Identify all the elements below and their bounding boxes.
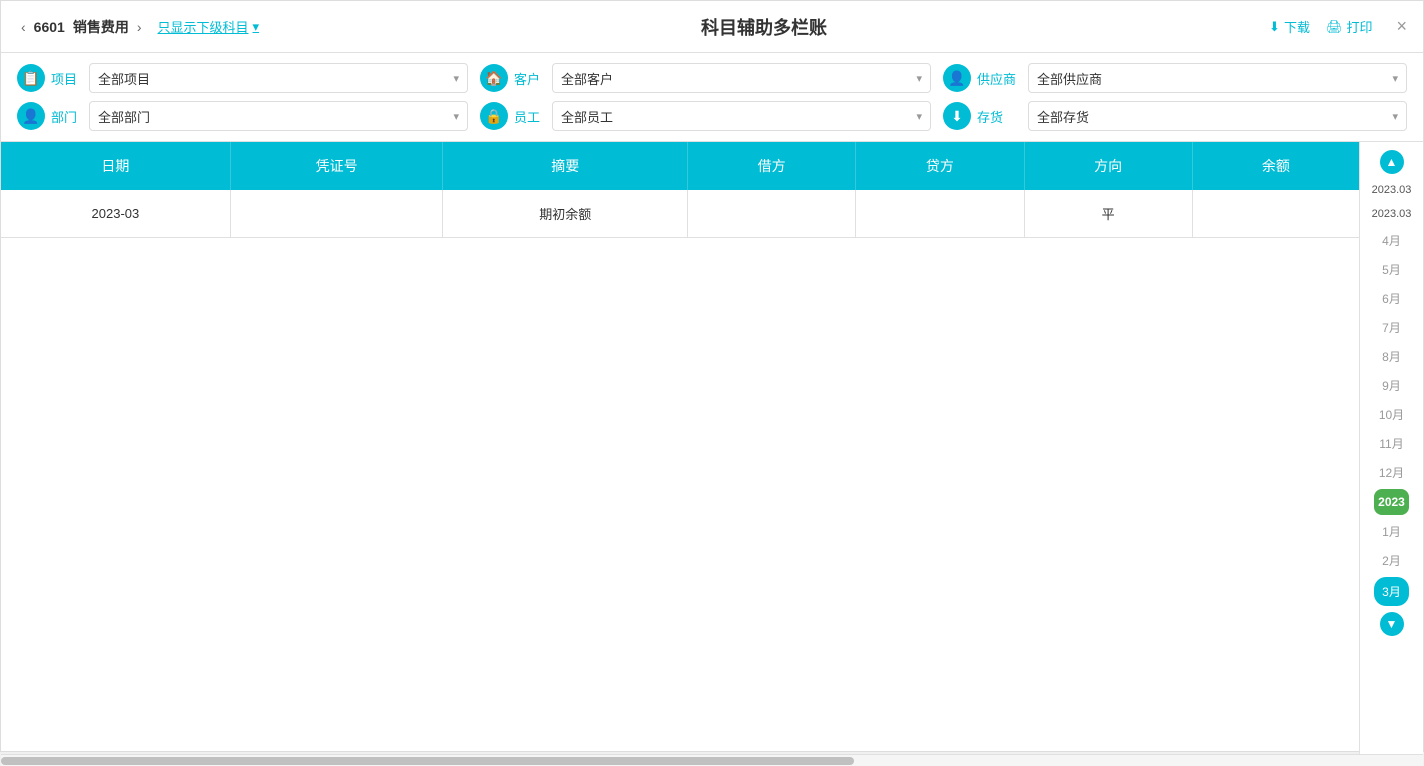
print-icon: 🖨 bbox=[1326, 19, 1343, 35]
col-voucher: 凭证号 bbox=[230, 142, 443, 190]
project-icon: 📋 bbox=[17, 64, 45, 92]
close-button[interactable]: × bbox=[1396, 16, 1407, 37]
timeline-item[interactable]: 12月 bbox=[1366, 458, 1417, 487]
main-window: ‹ 6601 销售费用 › 只显示下级科目 ▾ 科目辅助多栏账 ⬇ 下载 🖨 打… bbox=[0, 0, 1424, 752]
download-icon: ⬇ bbox=[1269, 19, 1280, 35]
print-label: 打印 bbox=[1346, 17, 1372, 36]
col-date: 日期 bbox=[1, 142, 230, 190]
timeline-item[interactable]: 5月 bbox=[1366, 255, 1417, 284]
inventory-select[interactable]: 全部存货 ▾ bbox=[1028, 101, 1407, 131]
table-wrapper: 日期 凭证号 摘要 借方 贷方 方向 余额 2023-03 期初余额 平 bbox=[1, 142, 1423, 754]
timeline-item[interactable]: 11月 bbox=[1366, 429, 1417, 458]
department-select[interactable]: 全部部门 ▾ bbox=[89, 101, 468, 131]
project-filter-label: 📋 项目 bbox=[17, 64, 77, 92]
chevron-down-icon: ▾ bbox=[453, 110, 459, 123]
show-sub-label: 只显示下级科目 bbox=[158, 17, 249, 36]
next-account-btn[interactable]: › bbox=[133, 17, 146, 37]
employee-filter-label: 🔒 员工 bbox=[480, 102, 540, 130]
header-actions: ⬇ 下载 🖨 打印 × bbox=[1269, 16, 1407, 37]
department-filter-label: 👤 部门 bbox=[17, 102, 77, 130]
print-button[interactable]: 🖨 打印 bbox=[1326, 17, 1373, 36]
scrollbar-thumb bbox=[1, 757, 854, 765]
timeline-down-btn[interactable]: ▼ bbox=[1380, 612, 1404, 636]
page-title: 科目辅助多栏账 bbox=[259, 14, 1269, 40]
table-cell bbox=[1192, 190, 1359, 238]
download-label: 下载 bbox=[1284, 17, 1310, 36]
table-cell: 期初余额 bbox=[443, 190, 688, 238]
timeline-item[interactable]: 10月 bbox=[1366, 400, 1417, 429]
bottom-scrollbar[interactable] bbox=[1, 754, 1423, 766]
col-credit: 贷方 bbox=[856, 142, 1024, 190]
chevron-down-icon: ▾ bbox=[453, 72, 459, 85]
customer-icon: 🏠 bbox=[480, 64, 508, 92]
table-cell: 2023-03 bbox=[1, 190, 230, 238]
inventory-filter-label: ⬇ 存货 bbox=[943, 102, 1016, 130]
filter-bar: 📋 项目 全部项目 ▾ 🏠 客户 全部客户 ▾ 👤 供应商 全部供应商 ▾ 👤 … bbox=[1, 53, 1423, 142]
main-table: 日期 凭证号 摘要 借方 贷方 方向 余额 2023-03 期初余额 平 bbox=[1, 142, 1359, 238]
timeline-item[interactable]: 9月 bbox=[1366, 371, 1417, 400]
timeline-item[interactable]: 2023 bbox=[1374, 489, 1409, 515]
col-direction: 方向 bbox=[1024, 142, 1192, 190]
project-select[interactable]: 全部项目 ▾ bbox=[89, 63, 468, 93]
account-name: 销售费用 bbox=[73, 17, 129, 37]
download-button[interactable]: ⬇ 下载 bbox=[1269, 17, 1310, 36]
chevron-down-icon: ▾ bbox=[1392, 110, 1398, 123]
timeline-panel: ▲ 2023.032023.034月5月6月7月8月9月10月11月12月202… bbox=[1359, 142, 1423, 754]
timeline-up-btn[interactable]: ▲ bbox=[1380, 150, 1404, 174]
col-debit: 借方 bbox=[687, 142, 855, 190]
employee-icon: 🔒 bbox=[480, 102, 508, 130]
department-icon: 👤 bbox=[17, 102, 45, 130]
timeline-item[interactable]: 2023.03 bbox=[1366, 202, 1417, 226]
table-cell: 平 bbox=[1024, 190, 1192, 238]
col-summary: 摘要 bbox=[443, 142, 688, 190]
timeline-item[interactable]: 8月 bbox=[1366, 342, 1417, 371]
employee-select[interactable]: 全部员工 ▾ bbox=[552, 101, 931, 131]
timeline-item[interactable]: 3月 bbox=[1374, 577, 1409, 606]
table-cell bbox=[230, 190, 443, 238]
supplier-filter-label: 👤 供应商 bbox=[943, 64, 1016, 92]
col-balance: 余额 bbox=[1192, 142, 1359, 190]
table-cell bbox=[856, 190, 1024, 238]
inventory-icon: ⬇ bbox=[943, 102, 971, 130]
customer-filter-label: 🏠 客户 bbox=[480, 64, 540, 92]
timeline-item[interactable]: 7月 bbox=[1366, 313, 1417, 342]
timeline-item[interactable]: 6月 bbox=[1366, 284, 1417, 313]
account-code: 6601 bbox=[34, 19, 65, 35]
table-row: 2023-03 期初余额 平 bbox=[1, 190, 1359, 238]
timeline-item[interactable]: 1月 bbox=[1366, 517, 1417, 546]
chevron-down-icon: ▾ bbox=[916, 72, 922, 85]
customer-select[interactable]: 全部客户 ▾ bbox=[552, 63, 931, 93]
prev-account-btn[interactable]: ‹ bbox=[17, 17, 30, 37]
timeline-item[interactable]: 4月 bbox=[1366, 226, 1417, 255]
table-cell bbox=[687, 190, 855, 238]
chevron-down-icon: ▾ bbox=[916, 110, 922, 123]
header: ‹ 6601 销售费用 › 只显示下级科目 ▾ 科目辅助多栏账 ⬇ 下载 🖨 打… bbox=[1, 1, 1423, 53]
timeline-item[interactable]: 2023.03 bbox=[1366, 178, 1417, 202]
content-area: 日期 凭证号 摘要 借方 贷方 方向 余额 2023-03 期初余额 平 bbox=[1, 142, 1423, 766]
table-container[interactable]: 日期 凭证号 摘要 借方 贷方 方向 余额 2023-03 期初余额 平 bbox=[1, 142, 1359, 754]
supplier-icon: 👤 bbox=[943, 64, 971, 92]
table-header-row: 日期 凭证号 摘要 借方 贷方 方向 余额 bbox=[1, 142, 1359, 190]
show-sub-button[interactable]: 只显示下级科目 ▾ bbox=[158, 17, 260, 36]
chevron-down-icon: ▾ bbox=[1392, 72, 1398, 85]
timeline-item[interactable]: 2月 bbox=[1366, 546, 1417, 575]
supplier-select[interactable]: 全部供应商 ▾ bbox=[1028, 63, 1407, 93]
